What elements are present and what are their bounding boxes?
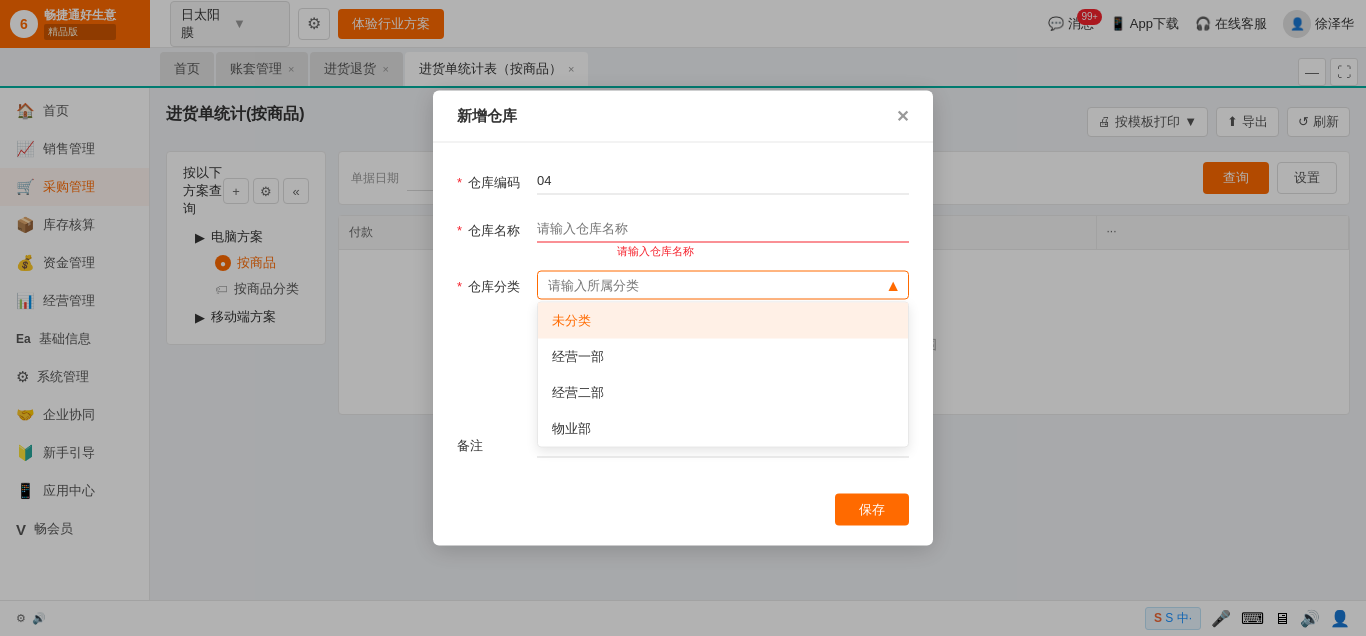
dropdown-item-3[interactable]: 物业部 bbox=[538, 411, 908, 447]
dropdown-item-1[interactable]: 经营一部 bbox=[538, 339, 908, 375]
category-wrapper: ▲ 未分类 经营一部 经营二部 物业部 bbox=[537, 271, 909, 300]
category-label: * 仓库分类 bbox=[457, 271, 537, 296]
remark-label: 备注 bbox=[457, 430, 537, 455]
modal-body: * 仓库编码 * 仓库名称 请输入仓库名称 * 仓库分类 ▲ bbox=[433, 143, 933, 458]
category-dropdown-arrow[interactable]: ▲ bbox=[885, 276, 901, 294]
form-row-name: * 仓库名称 请输入仓库名称 bbox=[457, 215, 909, 243]
modal-title: 新增仓库 bbox=[457, 107, 517, 126]
category-dropdown: 未分类 经营一部 经营二部 物业部 bbox=[537, 302, 909, 448]
code-input[interactable] bbox=[537, 167, 909, 195]
dropdown-item-0[interactable]: 未分类 bbox=[538, 303, 908, 339]
name-input[interactable] bbox=[537, 215, 909, 243]
name-label: * 仓库名称 bbox=[457, 215, 537, 240]
modal-close-button[interactable]: ✕ bbox=[896, 107, 909, 126]
name-error-message: 请输入仓库名称 bbox=[617, 244, 694, 259]
form-row-category: * 仓库分类 ▲ 未分类 经营一部 经营二部 物业部 bbox=[457, 271, 909, 300]
modal-footer: 保存 bbox=[433, 478, 933, 526]
category-input[interactable] bbox=[537, 271, 909, 300]
save-button[interactable]: 保存 bbox=[835, 494, 909, 526]
form-row-code: * 仓库编码 bbox=[457, 167, 909, 195]
code-label: * 仓库编码 bbox=[457, 167, 537, 192]
add-warehouse-modal: 新增仓库 ✕ * 仓库编码 * 仓库名称 请输入仓库名称 * bbox=[433, 91, 933, 546]
dropdown-item-2[interactable]: 经营二部 bbox=[538, 375, 908, 411]
modal-header: 新增仓库 ✕ bbox=[433, 91, 933, 143]
